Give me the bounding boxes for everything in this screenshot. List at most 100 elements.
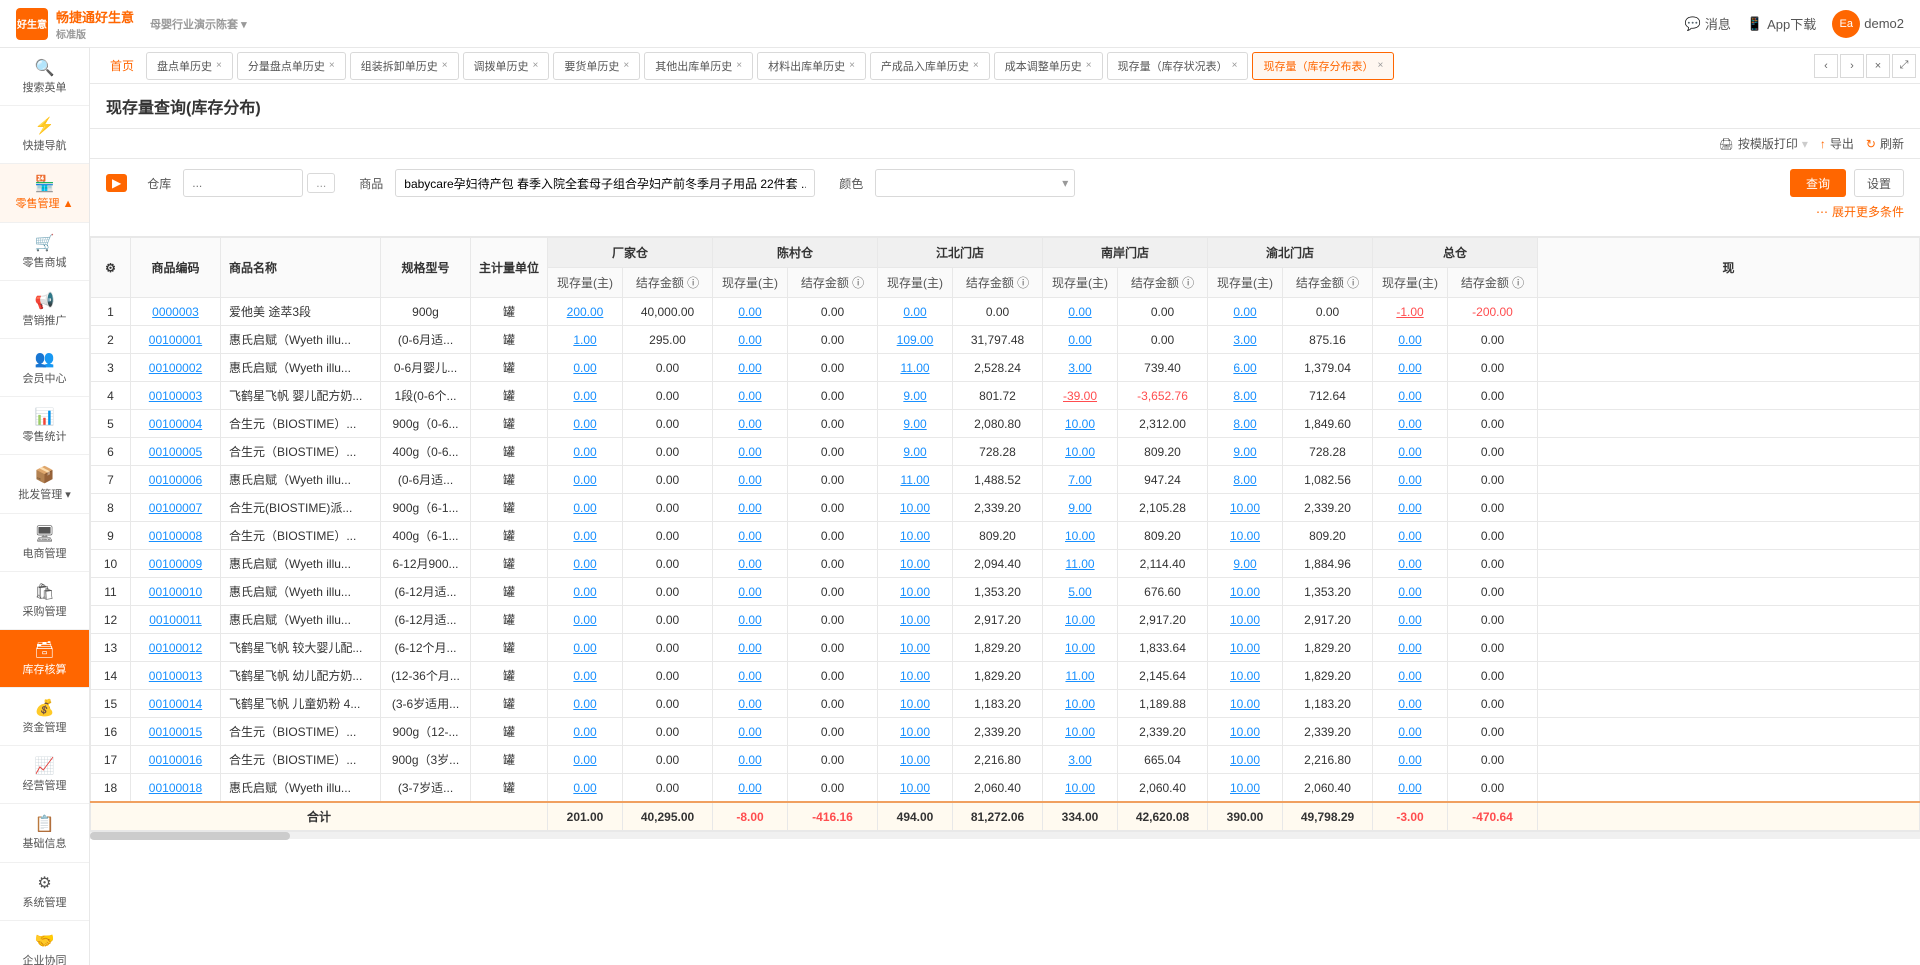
sidebar-item-operation[interactable]: 📈 经营管理 <box>0 746 89 804</box>
tab-home[interactable]: 首页 <box>98 57 146 74</box>
sidebar-item-finance[interactable]: 💰 资金管理 <box>0 688 89 746</box>
close-tab-other-out[interactable]: × <box>736 60 742 71</box>
retail-mgmt-icon: 🏪 <box>35 174 55 194</box>
tab-product-in[interactable]: 产成品入库单历史 × <box>870 52 990 80</box>
color-input-wrap: ▾ <box>875 169 1075 197</box>
export-icon: ↑ <box>1820 137 1826 151</box>
color-dropdown-icon[interactable]: ▾ <box>1056 176 1074 190</box>
query-button[interactable]: 查询 <box>1790 169 1846 197</box>
top-bar: 好生意 畅捷通好生意 标准版 母婴行业演示陈套 ▾ 💬 消息 📱 App下载 E… <box>0 0 1920 48</box>
basic-icon: 📋 <box>35 814 55 834</box>
tab-material-out[interactable]: 材料出库单历史 × <box>757 52 866 80</box>
user-area[interactable]: Ea demo2 <box>1832 10 1904 38</box>
close-tab-requisition[interactable]: × <box>623 60 629 71</box>
warehouse-label: 仓库 <box>147 175 171 192</box>
goods-input[interactable] <box>395 169 815 197</box>
close-tab-material-out[interactable]: × <box>849 60 855 71</box>
sidebar-label: 资金管理 <box>23 722 67 735</box>
table-row: 1000100009惠氏启赋（Wyeth illu...6-12月900...罐… <box>91 550 1920 578</box>
app-download-btn[interactable]: 📱 App下载 <box>1747 14 1816 33</box>
print-arrow-icon: ▾ <box>1802 137 1808 151</box>
member-icon: 👥 <box>35 349 55 369</box>
inventory-table: ⚙ 商品编码 商品名称 规格型号 主计量单位 厂家仓 陈村仓 江北门店 南岸门店… <box>90 237 1920 831</box>
tab-inventory-sub[interactable]: 分量盘点单历史 × <box>237 52 346 80</box>
refresh-icon: ↻ <box>1866 137 1876 151</box>
sidebar-item-retail-shop[interactable]: 🛒 零售商城 <box>0 223 89 281</box>
tab-transfer[interactable]: 调拨单历史 × <box>463 52 550 80</box>
nav-prev-btn[interactable]: ‹ <box>1814 54 1838 78</box>
sidebar-item-system[interactable]: ⚙ 系统管理 <box>0 863 89 921</box>
sidebar-item-corp[interactable]: 🤝 企业协同 <box>0 921 89 965</box>
table-row: 900100008合生元（BIOSTIME）...400g（6-1...罐0.0… <box>91 522 1920 550</box>
col-header-settings[interactable]: ⚙ <box>91 238 131 298</box>
sidebar-item-ecommerce[interactable]: 🖥 电商管理 <box>0 514 89 572</box>
table-row: 300100002惠氏启赋（Wyeth illu...0-6月婴儿...罐0.0… <box>91 354 1920 382</box>
sidebar-item-quick-nav[interactable]: ⚡ 快捷导航 <box>0 106 89 164</box>
filter-expand-btn[interactable]: ▶ <box>106 174 127 192</box>
tab-inventory-single[interactable]: 盘点单历史 × <box>146 52 233 80</box>
nav-next-btn[interactable]: › <box>1840 54 1864 78</box>
close-tab-inventory-sub[interactable]: × <box>329 60 335 71</box>
close-tab-group-split[interactable]: × <box>442 60 448 71</box>
top-actions: 🖨 按模版打印 ▾ ↑ 导出 ↻ 刷新 <box>90 129 1920 159</box>
sidebar-item-wholesale[interactable]: 📦 批发管理 ▾ <box>0 455 89 513</box>
sidebar-item-member[interactable]: 👥 会员中心 <box>0 339 89 397</box>
industry-selector[interactable]: 母婴行业演示陈套 ▾ <box>150 16 247 32</box>
print-btn[interactable]: 🖨 按模版打印 ▾ <box>1719 135 1808 152</box>
export-btn[interactable]: ↑ 导出 <box>1820 135 1854 152</box>
logo-icon: 好生意 <box>16 8 48 40</box>
table-container[interactable]: ⚙ 商品编码 商品名称 规格型号 主计量单位 厂家仓 陈村仓 江北门店 南岸门店… <box>90 237 1920 965</box>
expand-more-btn[interactable]: ⋯ 展开更多条件 <box>1816 203 1904 220</box>
sidebar-label: 电商管理 <box>23 548 67 561</box>
sidebar-item-retail-mgmt[interactable]: 🏪 零售管理 ▲ <box>0 164 89 222</box>
color-input[interactable] <box>876 176 1056 190</box>
refresh-btn[interactable]: ↻ 刷新 <box>1866 135 1904 152</box>
sidebar-label: 批发管理 ▾ <box>18 489 71 502</box>
sidebar-label: 库存核算 <box>23 664 67 677</box>
tab-current-stock-table[interactable]: 现存量（库存状况表） × <box>1107 52 1249 80</box>
retail-shop-icon: 🛒 <box>35 233 55 253</box>
tab-group-split[interactable]: 组装拆卸单历史 × <box>350 52 459 80</box>
sidebar-item-purchase[interactable]: 🛍 采购管理 <box>0 572 89 630</box>
close-tab-current-stock-table[interactable]: × <box>1232 60 1238 71</box>
ecommerce-icon: 🖥 <box>34 524 54 544</box>
close-tab-product-in[interactable]: × <box>973 60 979 71</box>
sidebar-item-marketing[interactable]: 📢 营销推广 <box>0 281 89 339</box>
system-icon: ⚙ <box>37 873 51 893</box>
avatar: Ea <box>1832 10 1860 38</box>
nav-close-btn[interactable]: × <box>1866 54 1890 78</box>
message-btn[interactable]: 💬 消息 <box>1685 14 1731 33</box>
close-tab-current-stock-dist[interactable]: × <box>1377 60 1383 71</box>
sidebar-item-retail-stat[interactable]: 📊 零售统计 <box>0 397 89 455</box>
table-row: 200100001惠氏启赋（Wyeth illu...(0-6月适...罐1.0… <box>91 326 1920 354</box>
message-icon: 💬 <box>1685 16 1701 32</box>
wholesale-icon: 📦 <box>35 465 55 485</box>
sidebar-label: 企业协同 <box>23 955 67 965</box>
horizontal-scrollbar[interactable] <box>90 831 1920 839</box>
sidebar-label: 采购管理 <box>23 606 67 619</box>
nav-expand-btn[interactable]: ⤢ <box>1892 54 1916 78</box>
search-icon: 🔍 <box>35 58 55 78</box>
tab-cost-adjust[interactable]: 成本调整单历史 × <box>994 52 1103 80</box>
warehouse-dots-btn[interactable]: ... <box>307 173 335 193</box>
close-tab-inventory-single[interactable]: × <box>216 60 222 71</box>
download-icon: 📱 <box>1747 16 1763 32</box>
tab-current-stock-dist[interactable]: 现存量（库存分布表） × <box>1252 52 1394 80</box>
tab-other-out[interactable]: 其他出库单历史 × <box>644 52 753 80</box>
sidebar-item-basic[interactable]: 📋 基础信息 <box>0 804 89 862</box>
sidebar-item-inventory[interactable]: 🗃 库存核算 <box>0 630 89 688</box>
close-tab-transfer[interactable]: × <box>533 60 539 71</box>
tab-requisition[interactable]: 要货单历史 × <box>553 52 640 80</box>
sub-header-factory-amt: 结存金额 ⓘ <box>623 268 713 298</box>
table-row: 1400100013飞鹤星飞帆 幼儿配方奶...(12-36个月...罐0.00… <box>91 662 1920 690</box>
settings-button[interactable]: 设置 <box>1854 169 1904 197</box>
sidebar-label: 营销推广 <box>23 315 67 328</box>
corp-icon: 🤝 <box>35 931 55 951</box>
sub-header-nanan-qty: 现存量(主) <box>1043 268 1118 298</box>
col-header-factory: 厂家仓 <box>548 238 713 268</box>
warehouse-input[interactable] <box>183 169 303 197</box>
close-tab-cost-adjust[interactable]: × <box>1086 60 1092 71</box>
sidebar-item-search[interactable]: 🔍 搜索英单 <box>0 48 89 106</box>
table-row: 1100100010惠氏启赋（Wyeth illu...(6-12月适...罐0… <box>91 578 1920 606</box>
col-header-current: 现 <box>1538 238 1920 298</box>
